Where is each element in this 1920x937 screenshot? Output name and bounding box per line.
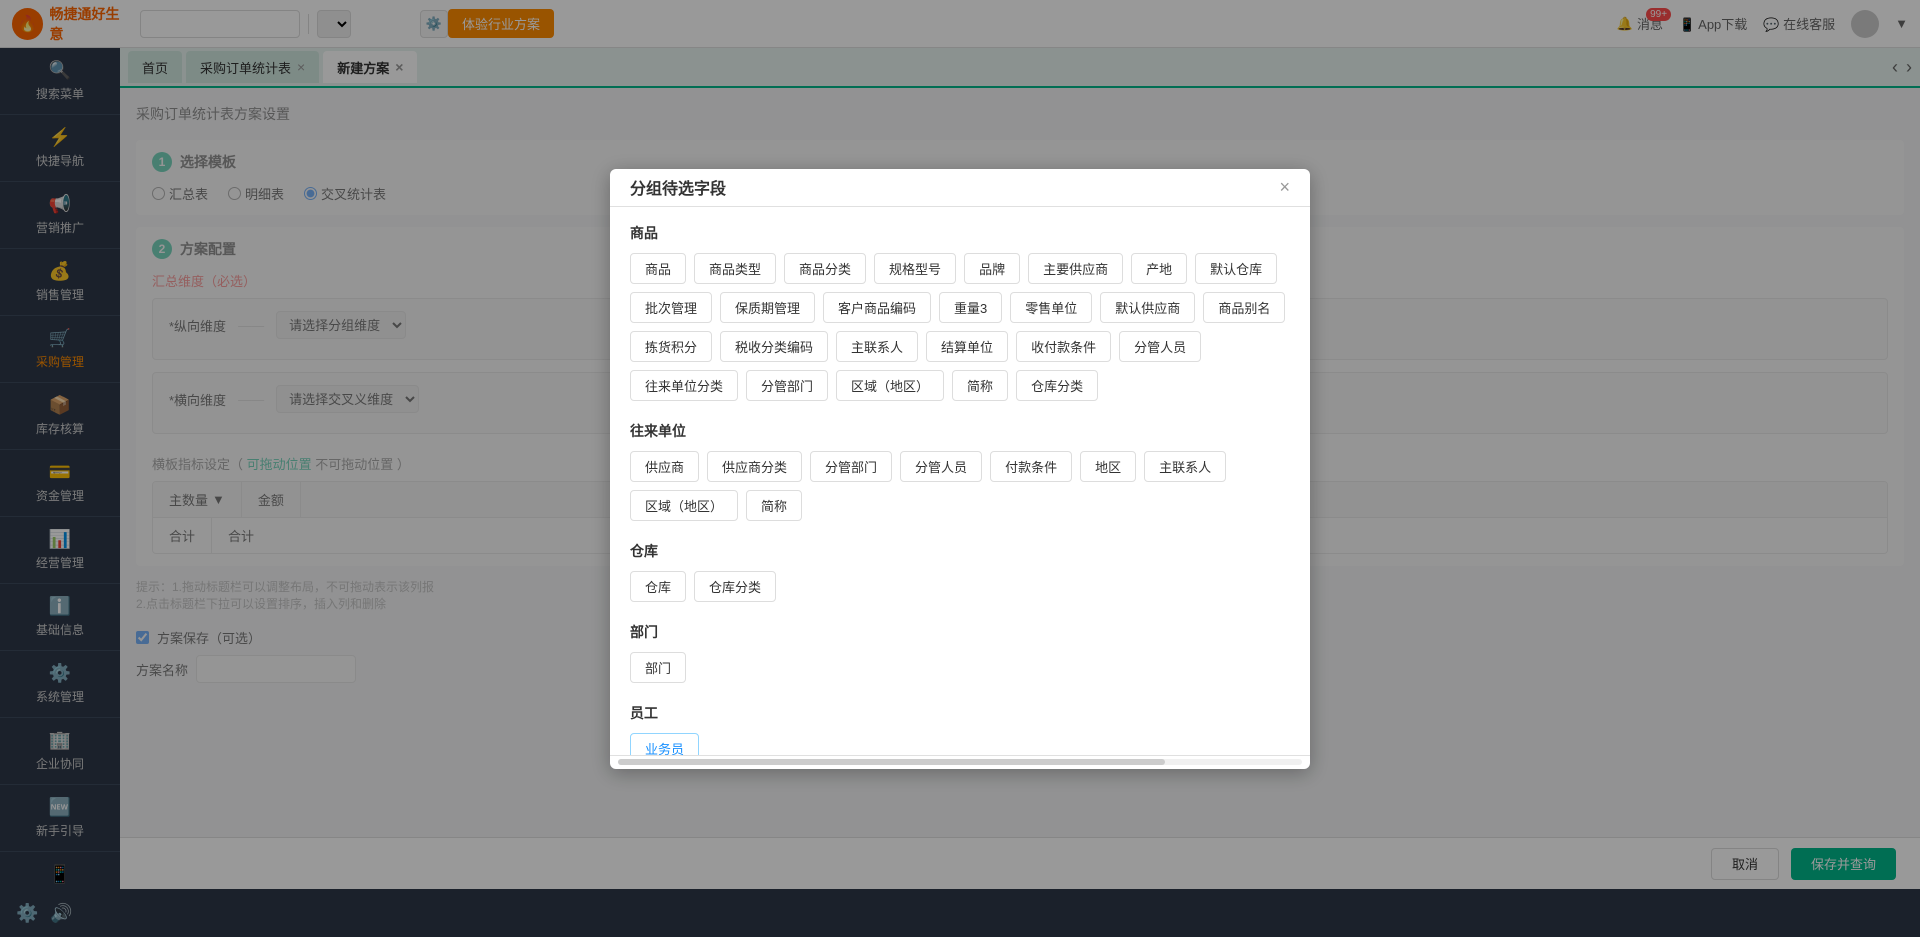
field-tag-weight3[interactable]: 重量3	[939, 292, 1002, 323]
field-grid-warehouse: 仓库仓库分类	[630, 571, 1290, 602]
field-tag-goods-category[interactable]: 商品分类	[784, 253, 866, 284]
field-tag-region[interactable]: 区域（地区）	[836, 370, 944, 401]
modal-close-button[interactable]: ×	[1279, 177, 1290, 198]
modal-overlay: 分组待选字段 × 商品商品商品类型商品分类规格型号品牌主要供应商产地默认仓库批次…	[0, 0, 1920, 937]
field-section-title-department: 部门	[630, 622, 1290, 642]
field-grid-partner: 供应商供应商分类分管部门分管人员付款条件地区主联系人区域（地区） 简称	[630, 451, 1290, 521]
field-section-warehouse: 仓库仓库仓库分类	[630, 541, 1290, 602]
field-tag-salesperson[interactable]: 业务员	[630, 733, 699, 755]
field-tag-quality-management[interactable]: 保质期管理	[720, 292, 815, 323]
field-tag-manager[interactable]: 分管人员	[1119, 331, 1201, 362]
field-tag-warehouse-cat[interactable]: 仓库分类	[694, 571, 776, 602]
field-section-title-goods: 商品	[630, 223, 1290, 243]
field-grid-goods: 商品商品类型商品分类规格型号品牌主要供应商产地默认仓库批次管理保质期管理客户商品…	[630, 253, 1290, 401]
field-tag-supplier-category[interactable]: 供应商分类	[707, 451, 802, 482]
field-tag-settlement-unit[interactable]: 结算单位	[926, 331, 1008, 362]
field-tag-tax-code[interactable]: 税收分类编码	[720, 331, 828, 362]
field-section-employee: 员工业务员	[630, 703, 1290, 755]
field-section-goods: 商品商品商品类型商品分类规格型号品牌主要供应商产地默认仓库批次管理保质期管理客户…	[630, 223, 1290, 401]
field-tag-person[interactable]: 分管人员	[900, 451, 982, 482]
field-grid-department: 部门	[630, 652, 1290, 683]
field-section-title-employee: 员工	[630, 703, 1290, 723]
field-tag-pickup-points[interactable]: 拣货积分	[630, 331, 712, 362]
field-tag-warehouse[interactable]: 仓库	[630, 571, 686, 602]
field-tag-contact[interactable]: 主联系人	[1144, 451, 1226, 482]
modal-h-scrollbar[interactable]	[610, 755, 1310, 768]
field-tag-default-supplier[interactable]: 默认供应商	[1100, 292, 1195, 323]
field-tag-dept-main[interactable]: 部门	[630, 652, 686, 683]
field-tag-payment-condition[interactable]: 付款条件	[990, 451, 1072, 482]
field-tag-dept-mgmt[interactable]: 分管部门	[746, 370, 828, 401]
field-section-title-partner: 往来单位	[630, 421, 1290, 441]
modal-dialog: 分组待选字段 × 商品商品商品类型商品分类规格型号品牌主要供应商产地默认仓库批次…	[610, 169, 1310, 769]
field-tag-customer-code[interactable]: 客户商品编码	[823, 292, 931, 323]
field-tag-supplier[interactable]: 供应商	[630, 451, 699, 482]
field-tag-origin[interactable]: 产地	[1131, 253, 1187, 284]
field-tag-brand[interactable]: 品牌	[964, 253, 1020, 284]
field-tag-short-name[interactable]: 简称	[952, 370, 1008, 401]
field-tag-spec-type[interactable]: 规格型号	[874, 253, 956, 284]
modal-body: 商品商品商品类型商品分类规格型号品牌主要供应商产地默认仓库批次管理保质期管理客户…	[610, 207, 1310, 755]
modal-header: 分组待选字段 ×	[610, 169, 1310, 208]
field-tag-goods-type[interactable]: 商品类型	[694, 253, 776, 284]
field-tag-source-unit-category[interactable]: 往来单位分类	[630, 370, 738, 401]
field-section-partner: 往来单位供应商供应商分类分管部门分管人员付款条件地区主联系人区域（地区） 简称	[630, 421, 1290, 521]
field-tag-batch-management[interactable]: 批次管理	[630, 292, 712, 323]
field-grid-employee: 业务员	[630, 733, 1290, 755]
field-tag-warehouse-category[interactable]: 仓库分类	[1016, 370, 1098, 401]
field-tag-default-warehouse[interactable]: 默认仓库	[1195, 253, 1277, 284]
field-tag-main-supplier[interactable]: 主要供应商	[1028, 253, 1123, 284]
field-tag-payment-terms[interactable]: 收付款条件	[1016, 331, 1111, 362]
field-tag-goods[interactable]: 商品	[630, 253, 686, 284]
modal-title: 分组待选字段	[630, 175, 726, 199]
field-section-title-warehouse: 仓库	[630, 541, 1290, 561]
field-section-department: 部门部门	[630, 622, 1290, 683]
field-tag-short2[interactable]: 简称	[746, 490, 802, 521]
field-tag-goods-alias[interactable]: 商品别名	[1203, 292, 1285, 323]
field-tag-retail-unit[interactable]: 零售单位	[1010, 292, 1092, 323]
field-tag-region2[interactable]: 区域（地区）	[630, 490, 738, 521]
field-tag-main-contact[interactable]: 主联系人	[836, 331, 918, 362]
field-tag-area[interactable]: 地区	[1080, 451, 1136, 482]
field-tag-dept[interactable]: 分管部门	[810, 451, 892, 482]
